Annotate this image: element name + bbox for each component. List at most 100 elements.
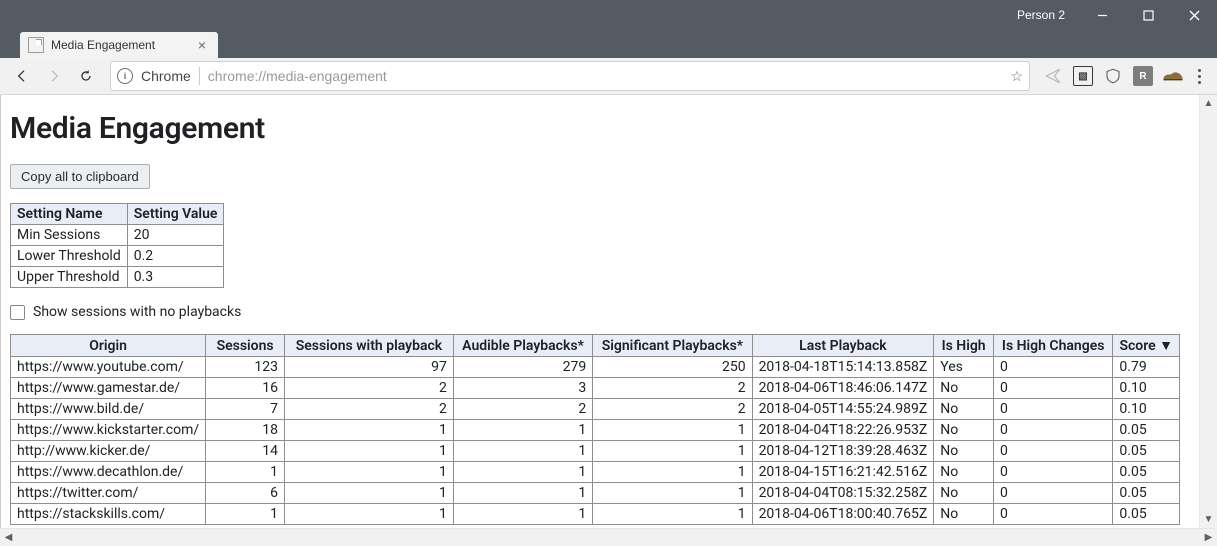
table-row: Upper Threshold0.3 xyxy=(11,267,224,288)
cell-last-playback: 2018-04-04T18:22:26.953Z xyxy=(752,420,934,441)
cell-is-high: No xyxy=(934,441,994,462)
setting-name: Lower Threshold xyxy=(11,246,128,267)
chrome-menu-button[interactable] xyxy=(1190,63,1209,90)
reload-button[interactable] xyxy=(72,62,100,90)
table-row: https://www.gamestar.de/162322018-04-06T… xyxy=(11,378,1180,399)
window-titlebar: Person 2 xyxy=(0,0,1217,30)
col-significant[interactable]: Significant Playbacks* xyxy=(593,335,752,357)
cell-significant: 1 xyxy=(593,504,752,525)
cell-is-high-changes: 0 xyxy=(993,420,1112,441)
cell-audible: 1 xyxy=(453,441,592,462)
cell-significant: 1 xyxy=(593,441,752,462)
cell-sessions: 7 xyxy=(206,399,285,420)
col-audible[interactable]: Audible Playbacks* xyxy=(453,335,592,357)
cell-significant: 250 xyxy=(593,357,752,378)
window-close-button[interactable] xyxy=(1171,0,1217,30)
table-row: https://www.youtube.com/123972792502018-… xyxy=(11,357,1180,378)
col-last-playback[interactable]: Last Playback xyxy=(752,335,934,357)
cell-score: 0.05 xyxy=(1113,441,1180,462)
cell-sessions: 14 xyxy=(206,441,285,462)
profile-indicator[interactable]: Person 2 xyxy=(1003,0,1079,30)
address-bar[interactable]: i Chrome chrome://media-engagement ☆ xyxy=(110,61,1030,91)
browser-tab[interactable]: Media Engagement × xyxy=(20,32,218,58)
settings-header-name: Setting Name xyxy=(11,204,128,225)
cell-origin: https://www.decathlon.de/ xyxy=(11,462,206,483)
cell-score: 0.05 xyxy=(1113,462,1180,483)
scroll-up-arrow-icon[interactable]: ▲ xyxy=(1200,95,1217,112)
scroll-track[interactable] xyxy=(17,529,1200,546)
horizontal-scrollbar[interactable]: ◀ ▶ xyxy=(0,528,1217,546)
extension-icon-shoe[interactable] xyxy=(1161,64,1185,88)
table-row: http://www.kicker.de/141112018-04-12T18:… xyxy=(11,441,1180,462)
col-sessions-playback[interactable]: Sessions with playback xyxy=(285,335,454,357)
col-is-high-changes[interactable]: Is High Changes xyxy=(993,335,1112,357)
cell-last-playback: 2018-04-15T16:21:42.516Z xyxy=(752,462,934,483)
scroll-right-arrow-icon[interactable]: ▶ xyxy=(1200,529,1217,546)
extension-icon-shield[interactable] xyxy=(1101,64,1125,88)
cell-is-high: No xyxy=(934,462,994,483)
extension-icon-r[interactable]: R xyxy=(1131,64,1155,88)
settings-table: Setting Name Setting Value Min Sessions2… xyxy=(10,203,224,288)
page-favicon-icon xyxy=(28,37,44,53)
page-title: Media Engagement xyxy=(10,111,1189,146)
back-button[interactable] xyxy=(8,62,36,90)
copy-all-to-clipboard-button[interactable]: Copy all to clipboard xyxy=(10,164,150,189)
col-score[interactable]: Score ▼ xyxy=(1113,335,1180,357)
setting-value: 0.2 xyxy=(127,246,224,267)
page-content: Media Engagement Copy all to clipboard S… xyxy=(0,95,1199,528)
cell-sessions-playback: 1 xyxy=(285,483,454,504)
vertical-scrollbar[interactable]: ▲ ▼ xyxy=(1199,95,1217,528)
cell-score: 0.05 xyxy=(1113,504,1180,525)
cell-origin: https://www.bild.de/ xyxy=(11,399,206,420)
scroll-down-arrow-icon[interactable]: ▼ xyxy=(1200,511,1217,528)
cell-significant: 2 xyxy=(593,399,752,420)
url-scheme-label: Chrome xyxy=(141,68,191,84)
cell-is-high-changes: 0 xyxy=(993,441,1112,462)
separator xyxy=(199,67,200,85)
cell-audible: 279 xyxy=(453,357,592,378)
extension-icon-send[interactable] xyxy=(1041,64,1065,88)
table-row: https://twitter.com/61112018-04-04T08:15… xyxy=(11,483,1180,504)
cell-audible: 1 xyxy=(453,504,592,525)
show-sessions-no-playbacks-label: Show sessions with no playbacks xyxy=(33,304,241,320)
cell-significant: 2 xyxy=(593,378,752,399)
cell-last-playback: 2018-04-06T18:46:06.147Z xyxy=(752,378,934,399)
cell-sessions-playback: 1 xyxy=(285,504,454,525)
tab-title: Media Engagement xyxy=(51,38,196,52)
cell-sessions-playback: 1 xyxy=(285,420,454,441)
col-is-high[interactable]: Is High xyxy=(934,335,994,357)
forward-button[interactable] xyxy=(40,62,68,90)
settings-header-value: Setting Value xyxy=(127,204,224,225)
scroll-track[interactable] xyxy=(1200,112,1217,511)
cell-is-high-changes: 0 xyxy=(993,399,1112,420)
cell-origin: http://www.kicker.de/ xyxy=(11,441,206,462)
browser-window: Person 2 Media Engagement × i xyxy=(0,0,1217,546)
col-origin[interactable]: Origin xyxy=(11,335,206,357)
site-info-icon[interactable]: i xyxy=(117,68,133,84)
cell-last-playback: 2018-04-05T14:55:24.989Z xyxy=(752,399,934,420)
table-row: https://www.decathlon.de/11112018-04-15T… xyxy=(11,462,1180,483)
cell-score: 0.79 xyxy=(1113,357,1180,378)
cell-sessions: 123 xyxy=(206,357,285,378)
extension-icon-box[interactable]: ▧ xyxy=(1071,64,1095,88)
cell-significant: 1 xyxy=(593,420,752,441)
bookmark-star-icon[interactable]: ☆ xyxy=(1010,68,1023,85)
window-minimize-button[interactable] xyxy=(1079,0,1125,30)
cell-sessions: 18 xyxy=(206,420,285,441)
table-row: https://www.kickstarter.com/181112018-04… xyxy=(11,420,1180,441)
table-row: https://www.bild.de/72222018-04-05T14:55… xyxy=(11,399,1180,420)
cell-is-high: No xyxy=(934,378,994,399)
cell-origin: https://www.gamestar.de/ xyxy=(11,378,206,399)
cell-is-high: No xyxy=(934,504,994,525)
table-row: Lower Threshold0.2 xyxy=(11,246,224,267)
cell-score: 0.05 xyxy=(1113,483,1180,504)
show-sessions-no-playbacks-checkbox[interactable] xyxy=(10,305,25,320)
tab-close-button[interactable]: × xyxy=(196,37,208,53)
col-sessions[interactable]: Sessions xyxy=(206,335,285,357)
cell-is-high: No xyxy=(934,420,994,441)
cell-sessions: 16 xyxy=(206,378,285,399)
scroll-left-arrow-icon[interactable]: ◀ xyxy=(0,529,17,546)
window-maximize-button[interactable] xyxy=(1125,0,1171,30)
cell-is-high-changes: 0 xyxy=(993,357,1112,378)
cell-is-high-changes: 0 xyxy=(993,483,1112,504)
